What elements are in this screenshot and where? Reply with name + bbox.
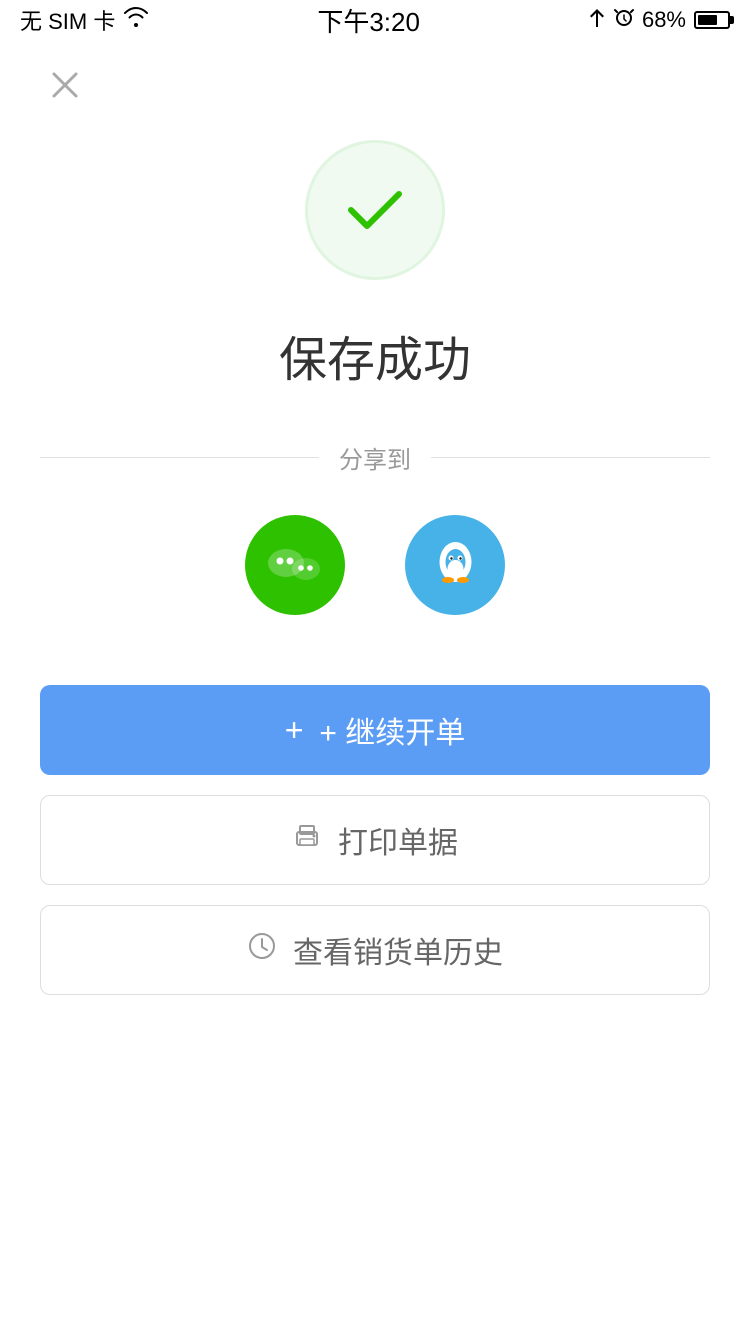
qq-share-button[interactable] [405, 515, 505, 615]
plus-icon: + [285, 712, 304, 749]
share-divider: 分享到 [40, 440, 710, 475]
continue-order-label: + 继续开单 [319, 708, 465, 752]
sim-status: 无 SIM 卡 [20, 4, 115, 36]
alarm-icon [614, 7, 634, 33]
history-icon [247, 931, 277, 969]
location-icon [588, 7, 606, 33]
battery-icon [694, 11, 730, 29]
wifi-icon [123, 7, 149, 33]
wechat-share-button[interactable] [245, 515, 345, 615]
success-title: 保存成功 [279, 320, 471, 390]
status-right: 68% [588, 7, 730, 33]
status-time: 下午3:20 [317, 2, 420, 39]
divider-line-right [431, 457, 710, 458]
status-left: 无 SIM 卡 [20, 4, 149, 36]
share-label: 分享到 [339, 440, 411, 475]
print-label: 打印单据 [338, 818, 458, 862]
history-button[interactable]: 查看销货单历史 [40, 905, 710, 995]
battery-percent: 68% [642, 7, 686, 33]
continue-order-button[interactable]: + + 继续开单 [40, 685, 710, 775]
divider-line-left [40, 457, 319, 458]
print-button[interactable]: 打印单据 [40, 795, 710, 885]
share-icons [245, 515, 505, 615]
print-icon [292, 821, 322, 859]
action-buttons: + + 继续开单 打印单据 查看销货单历 [40, 685, 710, 995]
main-content: 保存成功 分享到 [0, 40, 750, 1334]
status-bar: 无 SIM 卡 下午3:20 68% [0, 0, 750, 40]
history-label: 查看销货单历史 [293, 928, 503, 972]
close-button[interactable] [40, 60, 90, 110]
success-icon-circle [305, 140, 445, 280]
